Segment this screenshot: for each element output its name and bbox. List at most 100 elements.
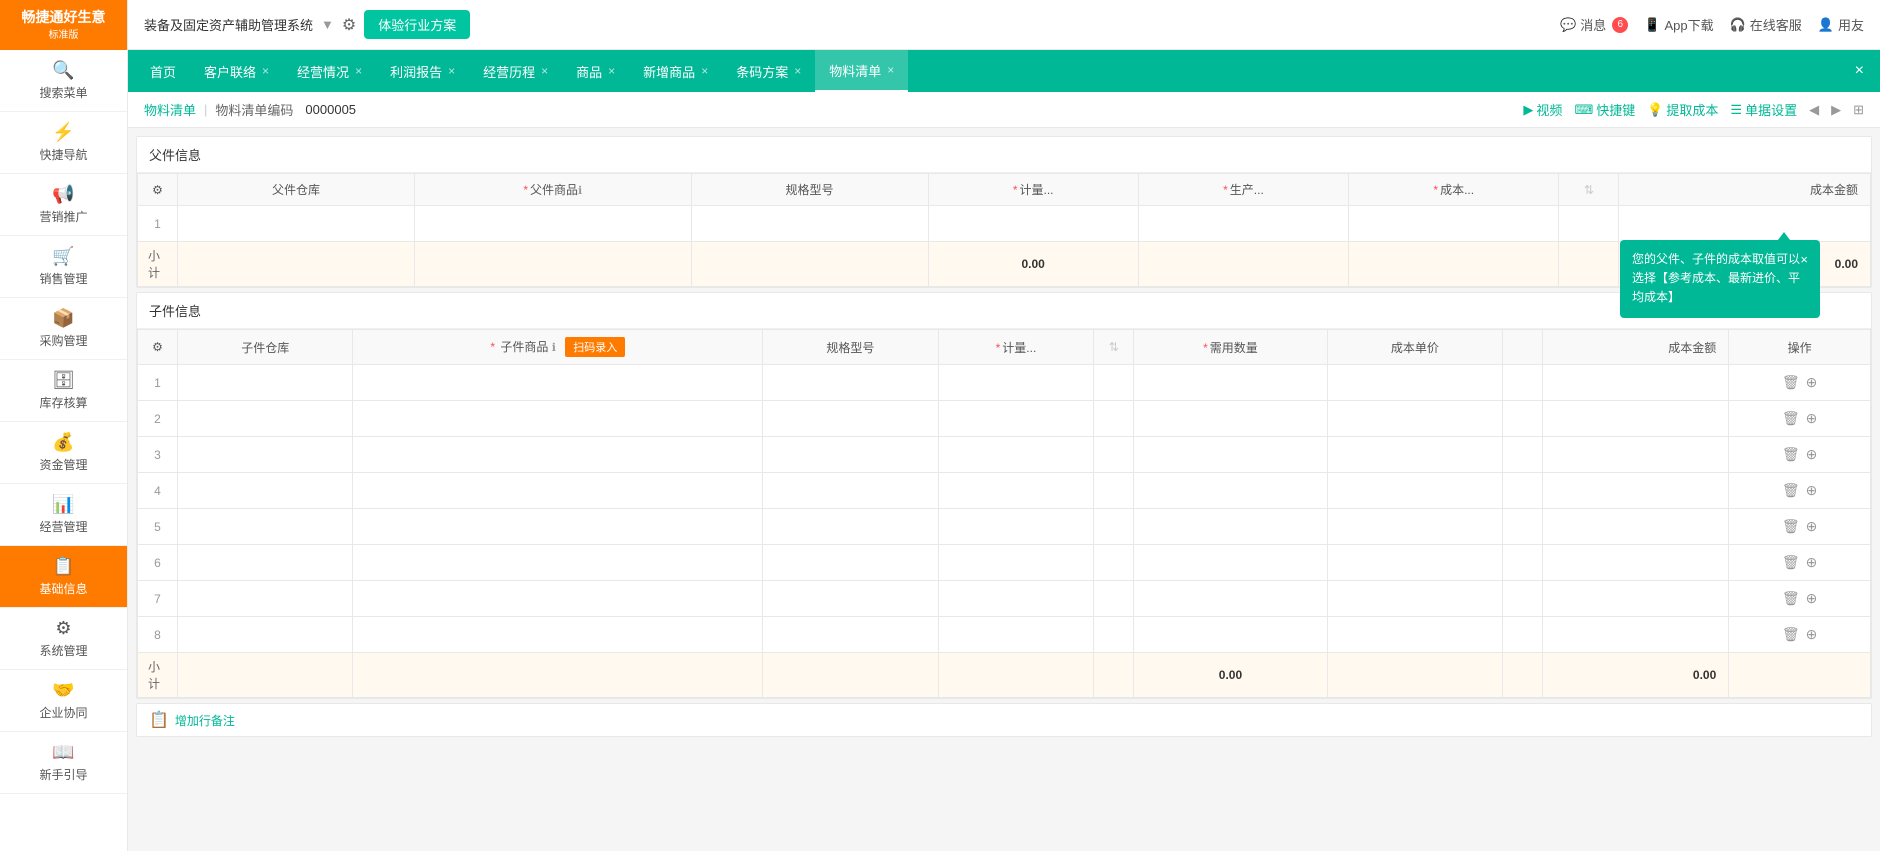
child-qty-cell-3[interactable]	[1134, 437, 1327, 473]
child-qty-cell-2[interactable]	[1134, 401, 1327, 437]
extract-cost-action[interactable]: 💡 提取成本	[1647, 100, 1718, 119]
nav-next-icon[interactable]: ▶	[1831, 102, 1841, 118]
child-unit-cost-cell-7[interactable]	[1327, 581, 1502, 617]
child-qty-cell-8[interactable]	[1134, 617, 1327, 653]
tab-customers[interactable]: 客户联络 ×	[190, 50, 283, 92]
tab-new-products[interactable]: 新增商品 ×	[629, 50, 722, 92]
grid-view-icon[interactable]: ⊞	[1853, 102, 1864, 118]
add-row-label[interactable]: 增加行备注	[175, 712, 235, 729]
sidebar-item-search[interactable]: 🔍 搜索菜单	[0, 50, 127, 112]
child-unit-cost-cell-8[interactable]	[1327, 617, 1502, 653]
delete-icon-8[interactable]: 🗑	[1782, 626, 1800, 643]
child-unit-cell-5[interactable]	[938, 509, 1094, 545]
trial-button[interactable]: 体验行业方案	[364, 10, 470, 39]
delete-icon-3[interactable]: 🗑	[1782, 446, 1800, 463]
child-spec-cell-6[interactable]	[763, 545, 938, 581]
delete-icon-2[interactable]: 🗑	[1782, 410, 1800, 427]
tab-profit-close[interactable]: ×	[448, 64, 455, 78]
child-unit-cell-4[interactable]	[938, 473, 1094, 509]
delete-icon-7[interactable]: 🗑	[1782, 590, 1800, 607]
child-warehouse-cell-3[interactable]	[178, 437, 353, 473]
child-unit-cell-6[interactable]	[938, 545, 1094, 581]
child-unit-cost-cell-1[interactable]	[1327, 365, 1502, 401]
tab-barcode-close[interactable]: ×	[794, 64, 801, 78]
child-product-cell-8[interactable]	[353, 617, 763, 653]
child-unit-cost-cell-6[interactable]	[1327, 545, 1502, 581]
parent-production-cell-1[interactable]	[1138, 206, 1348, 242]
sidebar-item-enterprise[interactable]: 🤝 企业协同	[0, 670, 127, 732]
sidebar-item-finance[interactable]: 💰 资金管理	[0, 422, 127, 484]
child-unit-cell-3[interactable]	[938, 437, 1094, 473]
tab-history-close[interactable]: ×	[541, 64, 548, 78]
tab-bom-close[interactable]: ×	[887, 63, 894, 77]
child-warehouse-cell-5[interactable]	[178, 509, 353, 545]
child-col-settings[interactable]: ⚙	[138, 330, 178, 365]
delete-icon-4[interactable]: 🗑	[1782, 482, 1800, 499]
child-spec-cell-8[interactable]	[763, 617, 938, 653]
child-qty-cell-1[interactable]	[1134, 365, 1327, 401]
delete-icon-5[interactable]: 🗑	[1782, 518, 1800, 535]
child-warehouse-cell-7[interactable]	[178, 581, 353, 617]
message-button[interactable]: 💬 消息 6	[1560, 15, 1628, 34]
sidebar-item-quick-nav[interactable]: ⚡ 快捷导航	[0, 112, 127, 174]
copy-icon-2[interactable]: ⊕	[1806, 410, 1818, 427]
child-product-cell-7[interactable]	[353, 581, 763, 617]
copy-icon-6[interactable]: ⊕	[1806, 554, 1818, 571]
child-qty-cell-5[interactable]	[1134, 509, 1327, 545]
parent-unit-cell-1[interactable]	[928, 206, 1138, 242]
sidebar-item-purchase[interactable]: 📦 采购管理	[0, 298, 127, 360]
parent-product-cell-1[interactable]	[414, 206, 691, 242]
child-product-cell-5[interactable]	[353, 509, 763, 545]
child-warehouse-cell-8[interactable]	[178, 617, 353, 653]
tab-history[interactable]: 经营历程 ×	[469, 50, 562, 92]
copy-icon-3[interactable]: ⊕	[1806, 446, 1818, 463]
child-warehouse-cell-1[interactable]	[178, 365, 353, 401]
child-unit-cost-cell-5[interactable]	[1327, 509, 1502, 545]
tab-operations[interactable]: 经营情况 ×	[283, 50, 376, 92]
child-product-cell-1[interactable]	[353, 365, 763, 401]
parent-col-settings[interactable]: ⚙	[138, 174, 178, 206]
child-spec-cell-5[interactable]	[763, 509, 938, 545]
tab-barcode[interactable]: 条码方案 ×	[722, 50, 815, 92]
sidebar-item-operations[interactable]: 📊 经营管理	[0, 484, 127, 546]
child-warehouse-cell-2[interactable]	[178, 401, 353, 437]
close-tab-icon[interactable]: ×	[1847, 62, 1872, 80]
child-qty-cell-6[interactable]	[1134, 545, 1327, 581]
child-unit-cell-2[interactable]	[938, 401, 1094, 437]
child-spec-cell-2[interactable]	[763, 401, 938, 437]
tab-customers-close[interactable]: ×	[262, 64, 269, 78]
tab-bom[interactable]: 物料清单 ×	[815, 50, 908, 92]
single-settings-action[interactable]: ☰ 单据设置	[1730, 100, 1797, 119]
tab-new-products-close[interactable]: ×	[701, 64, 708, 78]
parent-cost-cell-1[interactable]	[1349, 206, 1559, 242]
child-spec-cell-4[interactable]	[763, 473, 938, 509]
copy-icon-7[interactable]: ⊕	[1806, 590, 1818, 607]
user-button[interactable]: 👤 用友	[1818, 15, 1864, 34]
child-unit-cost-cell-2[interactable]	[1327, 401, 1502, 437]
breadcrumb-root[interactable]: 物料清单	[144, 100, 196, 119]
sidebar-item-system[interactable]: ⚙ 系统管理	[0, 608, 127, 670]
online-service-button[interactable]: 🎧 在线客服	[1730, 15, 1802, 34]
tab-profit[interactable]: 利润报告 ×	[376, 50, 469, 92]
delete-icon-1[interactable]: 🗑	[1782, 374, 1800, 391]
copy-icon-5[interactable]: ⊕	[1806, 518, 1818, 535]
sidebar-item-inventory[interactable]: 🗄 库存核算	[0, 360, 127, 422]
sidebar-item-basic-info[interactable]: 📋 基础信息	[0, 546, 127, 608]
delete-icon-6[interactable]: 🗑	[1782, 554, 1800, 571]
child-spec-cell-7[interactable]	[763, 581, 938, 617]
child-warehouse-cell-6[interactable]	[178, 545, 353, 581]
copy-icon-1[interactable]: ⊕	[1806, 374, 1818, 391]
child-unit-cell-7[interactable]	[938, 581, 1094, 617]
app-download-button[interactable]: 📱 App下载	[1644, 15, 1713, 34]
scan-button[interactable]: 扫码录入	[565, 337, 625, 357]
parent-spec-cell-1[interactable]	[691, 206, 928, 242]
tab-operations-close[interactable]: ×	[355, 64, 362, 78]
copy-icon-8[interactable]: ⊕	[1806, 626, 1818, 643]
child-warehouse-cell-4[interactable]	[178, 473, 353, 509]
child-spec-cell-1[interactable]	[763, 365, 938, 401]
nav-prev-icon[interactable]: ◀	[1809, 102, 1819, 118]
child-product-cell-3[interactable]	[353, 437, 763, 473]
child-qty-cell-7[interactable]	[1134, 581, 1327, 617]
tab-products-close[interactable]: ×	[608, 64, 615, 78]
child-unit-cost-cell-4[interactable]	[1327, 473, 1502, 509]
